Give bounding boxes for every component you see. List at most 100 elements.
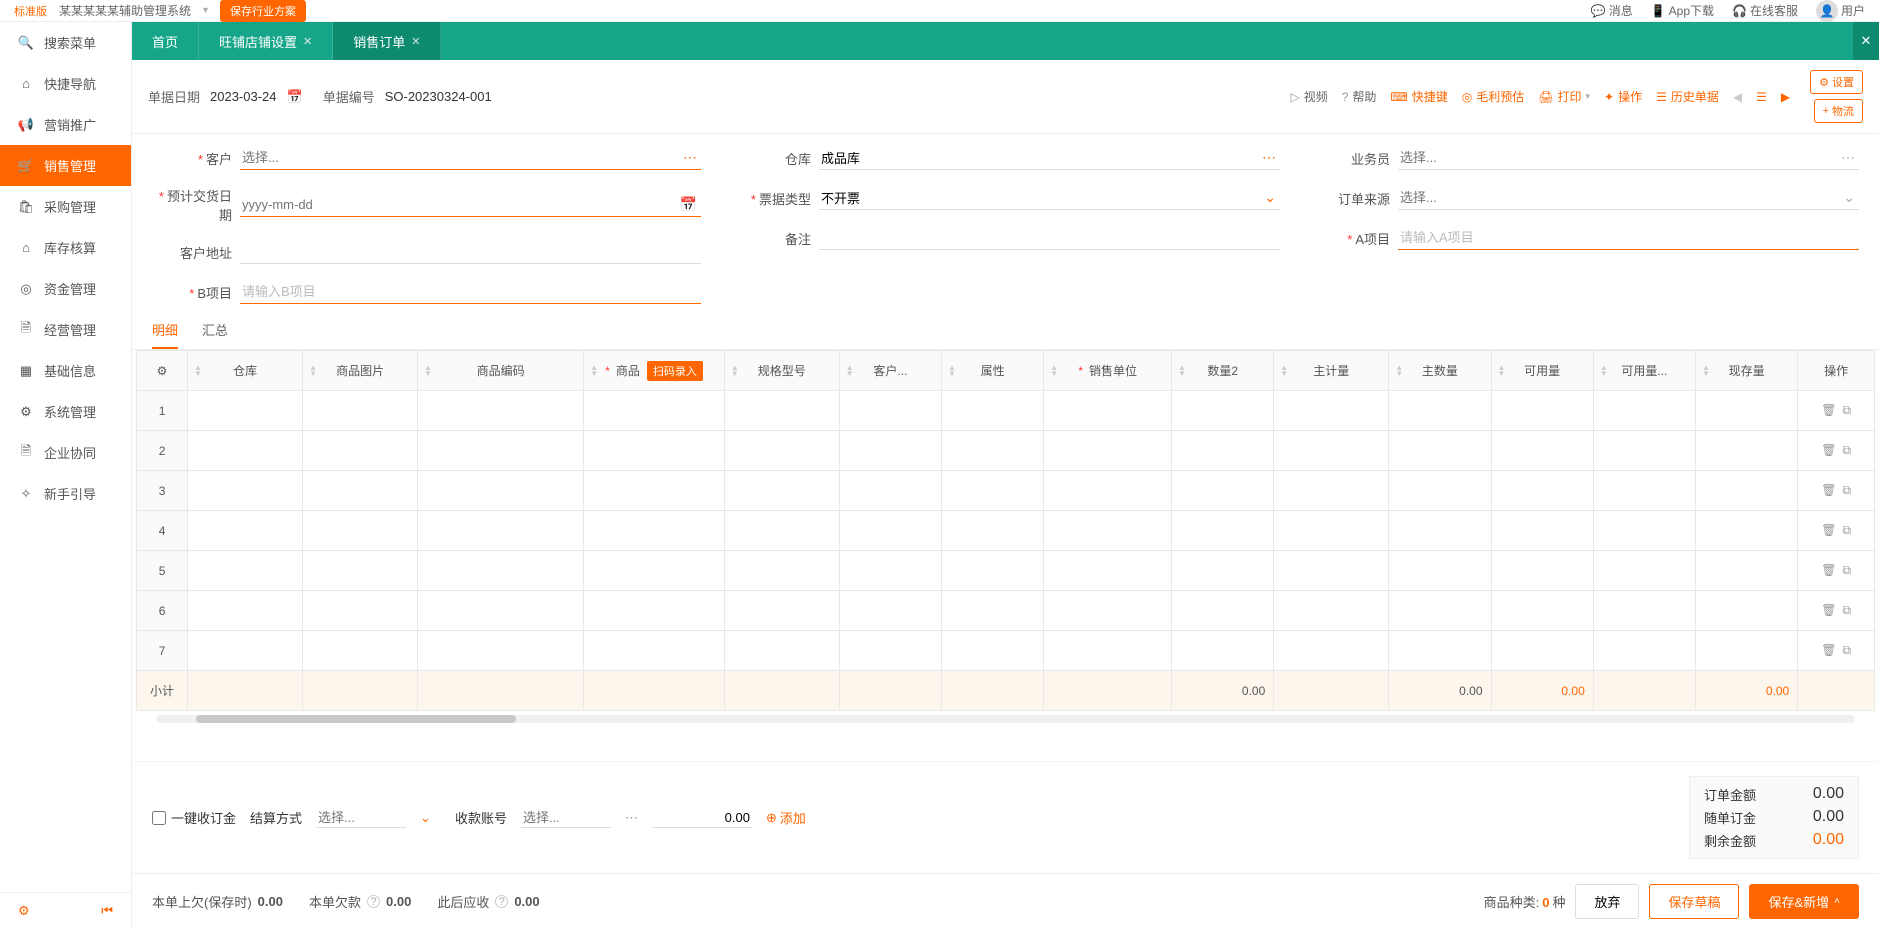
- cell[interactable]: [188, 471, 303, 511]
- cell[interactable]: [839, 471, 941, 511]
- copy-icon[interactable]: ⧉: [1842, 603, 1851, 618]
- sidebar-item-cart[interactable]: 🛒销售管理: [0, 145, 131, 186]
- cell[interactable]: [839, 631, 941, 671]
- chevron-down-icon[interactable]: ⌄: [420, 810, 431, 826]
- messages-link[interactable]: 💬消息: [1591, 2, 1633, 19]
- calendar-icon[interactable]: 📅: [676, 196, 701, 213]
- cell[interactable]: [1491, 471, 1593, 511]
- copy-icon[interactable]: ⧉: [1842, 523, 1851, 538]
- cell[interactable]: [1695, 511, 1797, 551]
- cell[interactable]: [584, 551, 725, 591]
- hot-scheme-button[interactable]: 保存行业方案: [220, 0, 306, 22]
- add-payment-button[interactable]: ⊕添加: [766, 808, 806, 827]
- invoice-type-input[interactable]: [819, 186, 1260, 209]
- cell[interactable]: [584, 471, 725, 511]
- cell[interactable]: [1695, 471, 1797, 511]
- col-0[interactable]: ▲▼仓库: [188, 351, 303, 391]
- shortcut-link[interactable]: ⌨快捷键: [1390, 88, 1447, 105]
- close-icon[interactable]: ✕: [411, 35, 420, 48]
- cell[interactable]: [1695, 551, 1797, 591]
- cell[interactable]: [724, 591, 839, 631]
- cell[interactable]: [418, 431, 584, 471]
- col-11[interactable]: ▲▼可用量: [1491, 351, 1593, 391]
- copy-icon[interactable]: ⧉: [1842, 563, 1851, 578]
- col-14[interactable]: 操作: [1798, 351, 1875, 391]
- cell[interactable]: [1491, 631, 1593, 671]
- tab-销售订单[interactable]: 销售订单✕: [333, 22, 441, 60]
- order-source-input[interactable]: [1398, 186, 1839, 209]
- table-row[interactable]: 4🗑⧉: [137, 511, 1875, 551]
- sidebar-item-doc[interactable]: 🗎经营管理: [0, 309, 131, 350]
- horizontal-scrollbar[interactable]: [156, 715, 1855, 727]
- cell[interactable]: [1389, 631, 1491, 671]
- calendar-icon[interactable]: 📅: [287, 89, 303, 105]
- cell[interactable]: [1044, 591, 1172, 631]
- tab-首页[interactable]: 首页: [132, 22, 199, 60]
- cell[interactable]: [1274, 631, 1389, 671]
- cell[interactable]: [1044, 511, 1172, 551]
- cell[interactable]: [1172, 471, 1274, 511]
- cell[interactable]: [1172, 511, 1274, 551]
- table-row[interactable]: 7🗑⧉: [137, 631, 1875, 671]
- sort-icon[interactable]: ▲▼: [1050, 365, 1058, 377]
- cell[interactable]: [942, 471, 1044, 511]
- delete-icon[interactable]: 🗑: [1821, 643, 1836, 658]
- copy-icon[interactable]: ⧉: [1842, 443, 1851, 458]
- profit-link[interactable]: ◎毛利预估: [1462, 88, 1525, 105]
- scan-badge[interactable]: 扫码录入: [647, 361, 703, 381]
- chevron-down-icon[interactable]: ⌄: [1260, 189, 1280, 206]
- table-row[interactable]: 6🗑⧉: [137, 591, 1875, 631]
- cell[interactable]: [1593, 511, 1695, 551]
- sidebar-item-grid[interactable]: ▦基础信息: [0, 350, 131, 391]
- delete-icon[interactable]: 🗑: [1821, 403, 1836, 418]
- sort-icon[interactable]: ▲▼: [1702, 365, 1710, 377]
- sidebar-item-team[interactable]: 🗎企业协同: [0, 432, 131, 473]
- cell[interactable]: [1389, 511, 1491, 551]
- table-row[interactable]: 3🗑⧉: [137, 471, 1875, 511]
- cell[interactable]: [1491, 431, 1593, 471]
- cell[interactable]: [1172, 391, 1274, 431]
- delete-icon[interactable]: 🗑: [1821, 523, 1836, 538]
- remark-input[interactable]: [819, 226, 1280, 250]
- cell[interactable]: [839, 511, 941, 551]
- col-10[interactable]: ▲▼主数量: [1389, 351, 1491, 391]
- cell[interactable]: [942, 431, 1044, 471]
- col-8[interactable]: ▲▼数量2: [1172, 351, 1274, 391]
- cell[interactable]: [1389, 591, 1491, 631]
- deliver-date-input[interactable]: [240, 193, 676, 216]
- cell[interactable]: [303, 511, 418, 551]
- salesman-input[interactable]: [1398, 146, 1837, 169]
- account-input[interactable]: [521, 808, 611, 828]
- cust-addr-input[interactable]: [240, 240, 701, 264]
- cell[interactable]: [1593, 591, 1695, 631]
- next-doc-button[interactable]: ▶: [1781, 90, 1790, 104]
- cell[interactable]: [1172, 631, 1274, 671]
- customer-input[interactable]: [240, 146, 679, 169]
- cell[interactable]: [188, 551, 303, 591]
- cell[interactable]: [418, 551, 584, 591]
- a-item-input[interactable]: [1398, 226, 1859, 250]
- cell[interactable]: [724, 391, 839, 431]
- info-icon[interactable]: ?: [367, 895, 380, 908]
- sort-icon[interactable]: ▲▼: [194, 365, 202, 377]
- col-4[interactable]: ▲▼规格型号: [724, 351, 839, 391]
- cell[interactable]: [724, 631, 839, 671]
- cell[interactable]: [418, 391, 584, 431]
- cell[interactable]: [1044, 391, 1172, 431]
- settings-button[interactable]: ⚙设置: [1810, 70, 1863, 94]
- cell[interactable]: [1491, 391, 1593, 431]
- sidebar-item-coin[interactable]: ◎资金管理: [0, 268, 131, 309]
- sort-icon[interactable]: ▲▼: [590, 365, 598, 377]
- cell[interactable]: [584, 391, 725, 431]
- chevron-down-icon[interactable]: ⌄: [1839, 189, 1859, 206]
- sort-icon[interactable]: ▲▼: [424, 365, 432, 377]
- sidebar-item-box[interactable]: ⌂库存核算: [0, 227, 131, 268]
- cell[interactable]: [418, 591, 584, 631]
- close-icon[interactable]: ✕: [303, 35, 312, 48]
- cell[interactable]: [1491, 511, 1593, 551]
- dropdown-icon[interactable]: ▾: [203, 5, 208, 16]
- oneclick-deposit-checkbox[interactable]: 一键收订金: [152, 808, 236, 827]
- col-1[interactable]: ▲▼商品图片: [303, 351, 418, 391]
- cell[interactable]: [303, 431, 418, 471]
- print-link[interactable]: 🖨打印▾: [1538, 88, 1590, 105]
